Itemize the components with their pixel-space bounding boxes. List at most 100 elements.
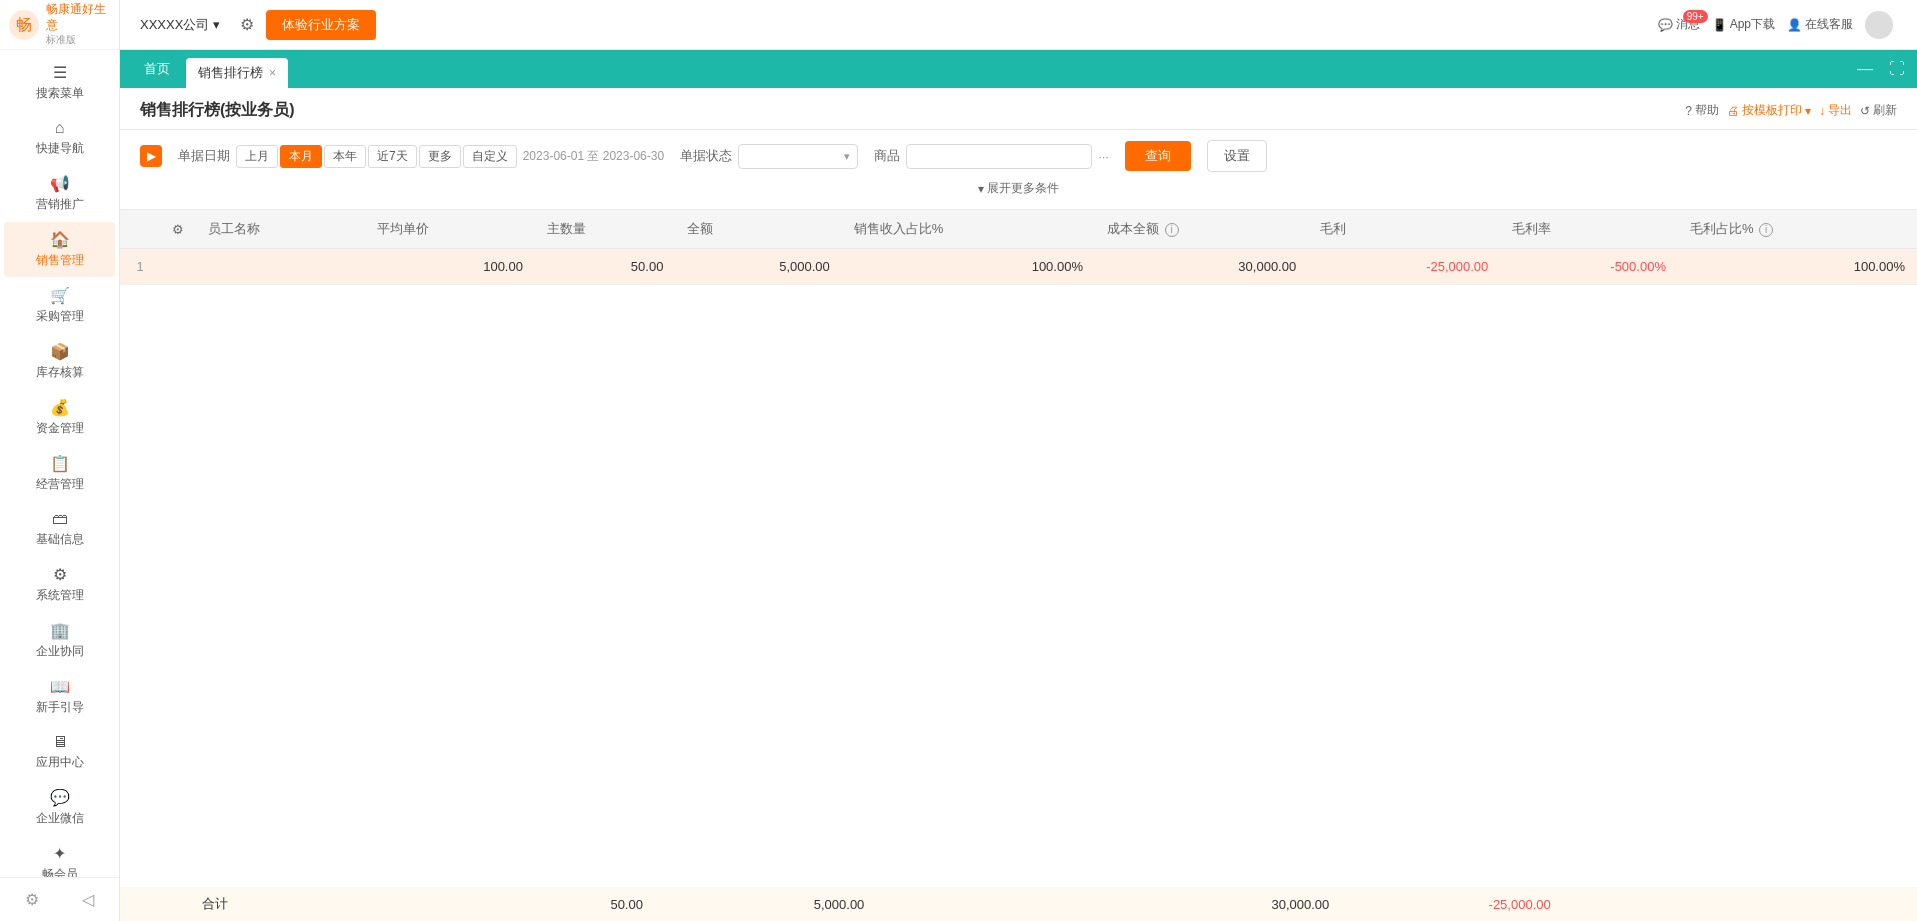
goods-filter-label: 商品	[874, 147, 900, 165]
tab-home[interactable]: 首页	[128, 50, 186, 88]
topbar-settings-icon[interactable]: ⚙	[236, 11, 258, 38]
date-btn-more[interactable]: 更多	[419, 145, 461, 168]
cell-gross-pct: 100.00%	[1678, 249, 1917, 285]
sidebar-item-quick-nav[interactable]: ⌂ 快捷导航	[4, 111, 115, 165]
footer-avg-price-cell	[301, 887, 478, 921]
gross-pct-info-icon[interactable]: i	[1759, 223, 1773, 237]
cost-info-icon[interactable]: i	[1165, 223, 1179, 237]
tab-minimize-icon[interactable]: —	[1853, 56, 1877, 82]
export-btn[interactable]: ↓ 导出	[1819, 102, 1852, 119]
sidebar-nav: ☰搜索菜单 ⌂ 快捷导航 📢营销推广🏠销售管理🛒采购管理 📦 库存核算 💰资金管理📋经营管理…	[0, 50, 119, 877]
settings-btn[interactable]: 设置	[1207, 140, 1267, 172]
filter-expand-arrow[interactable]: ▶	[140, 145, 162, 167]
tab-close-icon[interactable]: ×	[269, 66, 276, 80]
goods-more-icon[interactable]: ···	[1098, 149, 1109, 164]
th-employee-name: 员工名称	[196, 210, 365, 249]
sidebar-item-sales[interactable]: 🏠销售管理	[4, 222, 115, 277]
footer-cost-cell: 30,000.00	[1120, 887, 1341, 921]
sidebar-label-quick-nav: 快捷导航	[36, 140, 84, 157]
template-icon: 🖨	[1727, 104, 1739, 118]
sidebar: 畅 畅康通好生意 标准版 ☰搜索菜单 ⌂ 快捷导航 📢营销推广🏠销售管理🛒采购管理 📦 库…	[0, 0, 120, 921]
footer-table: 合计 50.00 5,000.00 30,000.00 -25,000.00	[120, 887, 1917, 921]
query-btn[interactable]: 查询	[1125, 141, 1191, 171]
sidebar-icon-sales: 🏠	[50, 230, 70, 249]
service-label: 在线客服	[1805, 16, 1853, 33]
trial-btn[interactable]: 体验行业方案	[266, 10, 376, 40]
sidebar-label-system: 系统管理	[36, 587, 84, 604]
sidebar-item-basic-info[interactable]: 🗃基础信息	[4, 502, 115, 556]
sidebar-bottom-settings[interactable]: ⚙	[21, 886, 43, 913]
footer-main-qty-cell: 50.00	[478, 887, 655, 921]
sidebar-item-inventory[interactable]: 📦 库存核算	[4, 334, 115, 389]
table-body: 1 100.00 50.00 5,000.00 100.00% 30,000.0…	[120, 249, 1917, 285]
sidebar-label-marketing: 营销推广	[36, 196, 84, 213]
table-row: 1 100.00 50.00 5,000.00 100.00% 30,000.0…	[120, 249, 1917, 285]
table-settings-icon[interactable]: ⚙	[172, 222, 184, 237]
cell-amount: 5,000.00	[675, 249, 841, 285]
table-header: ⚙ 员工名称 平均单价 主数量 全额 销售收入占比% 成本全额 i 毛利 毛利率…	[120, 210, 1917, 249]
sidebar-collapse-btn[interactable]: ◁	[78, 886, 98, 913]
sidebar-item-member[interactable]: ✦畅会员	[4, 836, 115, 877]
sidebar-item-wechat[interactable]: 💬企业微信	[4, 780, 115, 835]
sidebar-item-marketing[interactable]: 📢营销推广	[4, 166, 115, 221]
sidebar-item-guide[interactable]: 📖新手引导	[4, 669, 115, 724]
sidebar-item-search-order[interactable]: ☰搜索菜单	[4, 55, 115, 110]
date-btn-this-month[interactable]: 本月	[280, 145, 322, 168]
sidebar-label-app-center: 应用中心	[36, 754, 84, 771]
sidebar-logo: 畅 畅康通好生意 标准版	[0, 0, 119, 50]
cell-cost: 30,000.00	[1095, 249, 1308, 285]
user-avatar[interactable]	[1865, 11, 1893, 39]
topbar-messages[interactable]: 💬 消息 99+	[1658, 16, 1700, 33]
sidebar-label-inventory: 库存核算	[36, 364, 84, 381]
tab-sales-ranking-label: 销售排行榜	[198, 64, 263, 82]
sidebar-icon-quick-nav: ⌂	[55, 119, 65, 137]
th-settings[interactable]: ⚙	[160, 210, 196, 249]
tab-maximize-icon[interactable]: ⛶	[1885, 56, 1909, 82]
sidebar-item-purchase[interactable]: 🛒采购管理	[4, 278, 115, 333]
topbar-app-download[interactable]: 📱 App下载	[1712, 16, 1775, 33]
sidebar-item-enterprise[interactable]: 🏢企业协同	[4, 613, 115, 668]
footer-sales-pct-cell	[876, 887, 1120, 921]
sidebar-item-finance[interactable]: 💰资金管理	[4, 390, 115, 445]
date-btn-7days[interactable]: 近7天	[368, 145, 417, 168]
footer-gross-pct-cell	[1740, 887, 1917, 921]
cell-sales-pct: 100.00%	[842, 249, 1095, 285]
date-btn-this-year[interactable]: 本年	[324, 145, 366, 168]
sidebar-label-enterprise: 企业协同	[36, 643, 84, 660]
company-name: XXXXX公司	[140, 16, 209, 34]
sidebar-icon-basic-info: 🗃	[52, 510, 68, 528]
date-btn-last-month[interactable]: 上月	[236, 145, 278, 168]
filter-expand-row: ▾ 展开更多条件	[140, 178, 1897, 199]
sidebar-label-guide: 新手引导	[36, 699, 84, 716]
help-btn[interactable]: ? 帮助	[1685, 102, 1719, 119]
topbar-right: 💬 消息 99+ 📱 App下载 👤 在线客服	[1658, 11, 1905, 39]
th-cost: 成本全额 i	[1095, 210, 1308, 249]
sidebar-item-operation[interactable]: 📋经营管理	[4, 446, 115, 501]
expand-icon: ▾	[978, 182, 984, 196]
refresh-label: 刷新	[1873, 102, 1897, 119]
date-btn-custom[interactable]: 自定义	[463, 145, 517, 168]
expand-more-btn[interactable]: ▾ 展开更多条件	[970, 178, 1067, 199]
footer-settings-cell	[160, 887, 190, 921]
sidebar-item-system[interactable]: ⚙ 系统管理	[4, 557, 115, 612]
refresh-btn[interactable]: ↺ 刷新	[1860, 102, 1897, 119]
sidebar-icon-system: ⚙	[53, 565, 67, 584]
table-footer: 合计 50.00 5,000.00 30,000.00 -25,000.00	[120, 887, 1917, 921]
tab-home-label: 首页	[144, 60, 170, 78]
sidebar-label-purchase: 采购管理	[36, 308, 84, 325]
refresh-icon: ↺	[1860, 104, 1870, 118]
company-selector[interactable]: XXXXX公司 ▾	[132, 12, 228, 38]
sidebar-label-operation: 经营管理	[36, 476, 84, 493]
status-select[interactable]	[738, 144, 858, 169]
goods-input[interactable]	[906, 144, 1092, 169]
topbar-online-service[interactable]: 👤 在线客服	[1787, 16, 1853, 33]
date-filter-group: 单据日期 上月 本月 本年 近7天 更多 自定义 2023-06-01 至 20…	[178, 145, 664, 168]
sidebar-item-app-center[interactable]: 🖥应用中心	[4, 725, 115, 779]
app-logo-sub: 标准版	[46, 33, 111, 47]
company-dropdown-icon: ▾	[213, 17, 220, 32]
sidebar-icon-inventory: 📦	[50, 342, 70, 361]
tab-sales-ranking[interactable]: 销售排行榜 ×	[186, 58, 288, 88]
template-print-btn[interactable]: 🖨 按模板打印 ▾	[1727, 102, 1811, 119]
date-range-display: 2023-06-01 至 2023-06-30	[523, 148, 664, 165]
th-gross-pct: 毛利占比% i	[1678, 210, 1917, 249]
